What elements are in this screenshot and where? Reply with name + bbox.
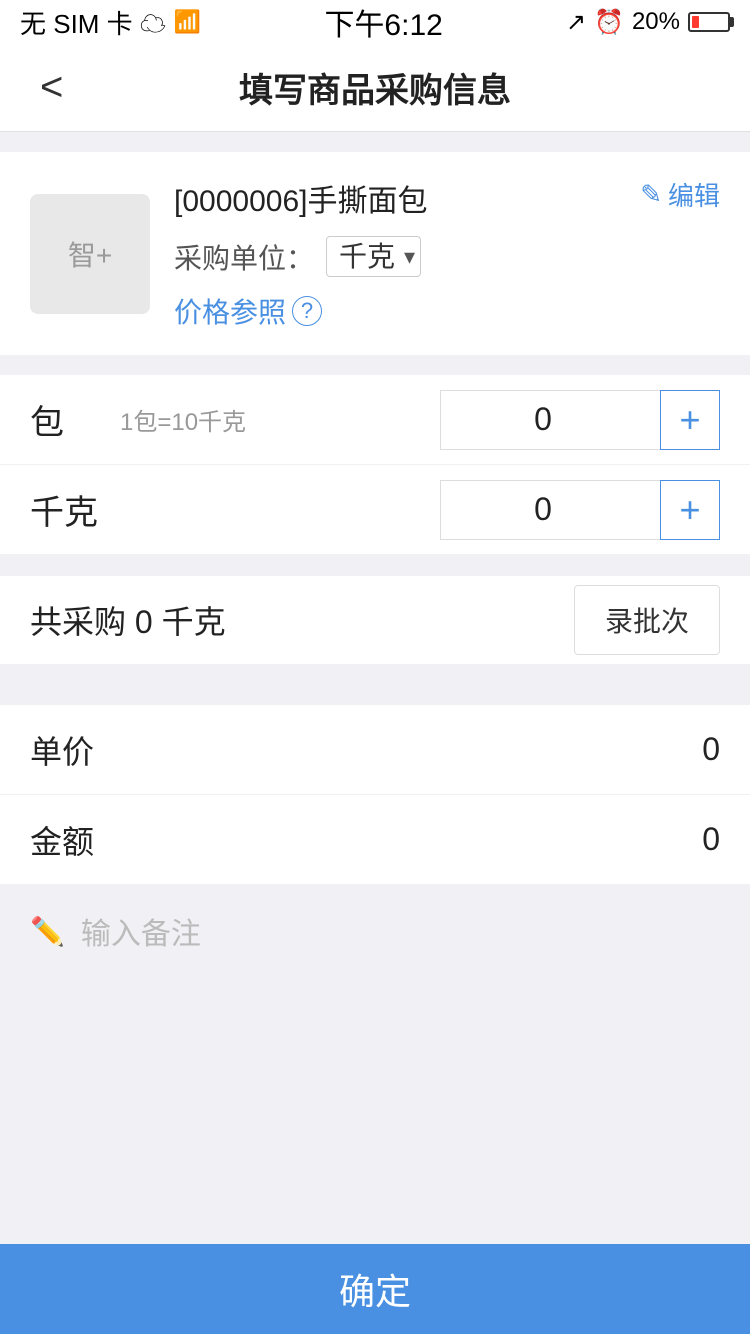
unit-price-label: 单价 — [30, 727, 94, 773]
mid-divider — [0, 665, 750, 685]
product-unit-row: 采购单位： 千克 包 — [174, 236, 616, 277]
battery-percent: 20% — [632, 8, 680, 36]
product-name: [0000006]手撕面包 — [174, 176, 616, 220]
main-content — [0, 977, 750, 1257]
summary-text: 共采购 0 千克 — [30, 597, 226, 643]
pencil-icon: ✏️ — [30, 915, 65, 948]
product-image: 智+ — [30, 194, 150, 314]
summary-row: 共采购 0 千克 录批次 — [0, 575, 750, 665]
remark-placeholder: 输入备注 — [81, 909, 201, 953]
page-title: 填写商品采购信息 — [239, 63, 511, 112]
help-icon: ? — [292, 296, 322, 326]
amount-label: 金额 — [30, 817, 94, 863]
input-section: 包 1包=10千克 + 千克 + — [0, 375, 750, 555]
price-ref-button[interactable]: 价格参照 ? — [174, 291, 616, 331]
amount-value: 0 — [702, 821, 720, 858]
bao-label: 包 — [30, 395, 110, 444]
product-card: 智+ [0000006]手撕面包 采购单位： 千克 包 价格参照 ? ✎ 编辑 — [0, 152, 750, 355]
unit-price-row: 单价 0 — [0, 705, 750, 795]
bao-row: 包 1包=10千克 + — [0, 375, 750, 465]
location-icon: ↗ — [566, 8, 586, 37]
kg-plus-button[interactable]: + — [660, 480, 720, 540]
status-bar: 无 SIM 卡 ☁ 📶 下午6:12 ↗ ⏰ 20% — [0, 0, 750, 44]
top-divider — [0, 132, 750, 152]
product-info: [0000006]手撕面包 采购单位： 千克 包 价格参照 ? — [174, 176, 616, 331]
kg-input-group: + — [440, 480, 720, 540]
bao-input[interactable] — [440, 390, 660, 450]
alarm-icon: ⏰ — [594, 8, 624, 37]
bao-sublabel: 1包=10千克 — [120, 402, 440, 437]
bao-plus-button[interactable]: + — [660, 390, 720, 450]
no-sim-label: 无 SIM 卡 ☁ — [20, 4, 166, 41]
unit-price-value: 0 — [702, 731, 720, 768]
edit-icon: ✎ — [640, 179, 662, 210]
confirm-label: 确定 — [339, 1263, 411, 1315]
kg-label: 千克 — [30, 485, 110, 534]
status-time: 下午6:12 — [324, 0, 442, 44]
bao-input-group: + — [440, 390, 720, 450]
unit-select-wrapper[interactable]: 千克 包 — [326, 236, 421, 277]
status-left: 无 SIM 卡 ☁ 📶 — [20, 4, 201, 41]
wifi-icon: 📶 — [174, 9, 201, 35]
battery-icon — [688, 12, 730, 32]
product-right: ✎ 编辑 — [640, 176, 720, 331]
status-right: ↗ ⏰ 20% — [566, 8, 730, 37]
amount-row: 金额 0 — [0, 795, 750, 885]
batch-button[interactable]: 录批次 — [574, 585, 720, 655]
nav-bar: < 填写商品采购信息 — [0, 44, 750, 132]
confirm-button[interactable]: 确定 — [0, 1244, 750, 1334]
kg-row: 千克 + — [0, 465, 750, 555]
kg-input[interactable] — [440, 480, 660, 540]
price-section: 单价 0 金额 0 — [0, 705, 750, 885]
edit-button[interactable]: ✎ 编辑 — [640, 176, 720, 213]
remark-section[interactable]: ✏️ 输入备注 — [0, 885, 750, 977]
unit-label: 采购单位： — [174, 237, 314, 277]
unit-select[interactable]: 千克 包 — [326, 236, 421, 277]
back-button[interactable]: < — [30, 55, 73, 120]
